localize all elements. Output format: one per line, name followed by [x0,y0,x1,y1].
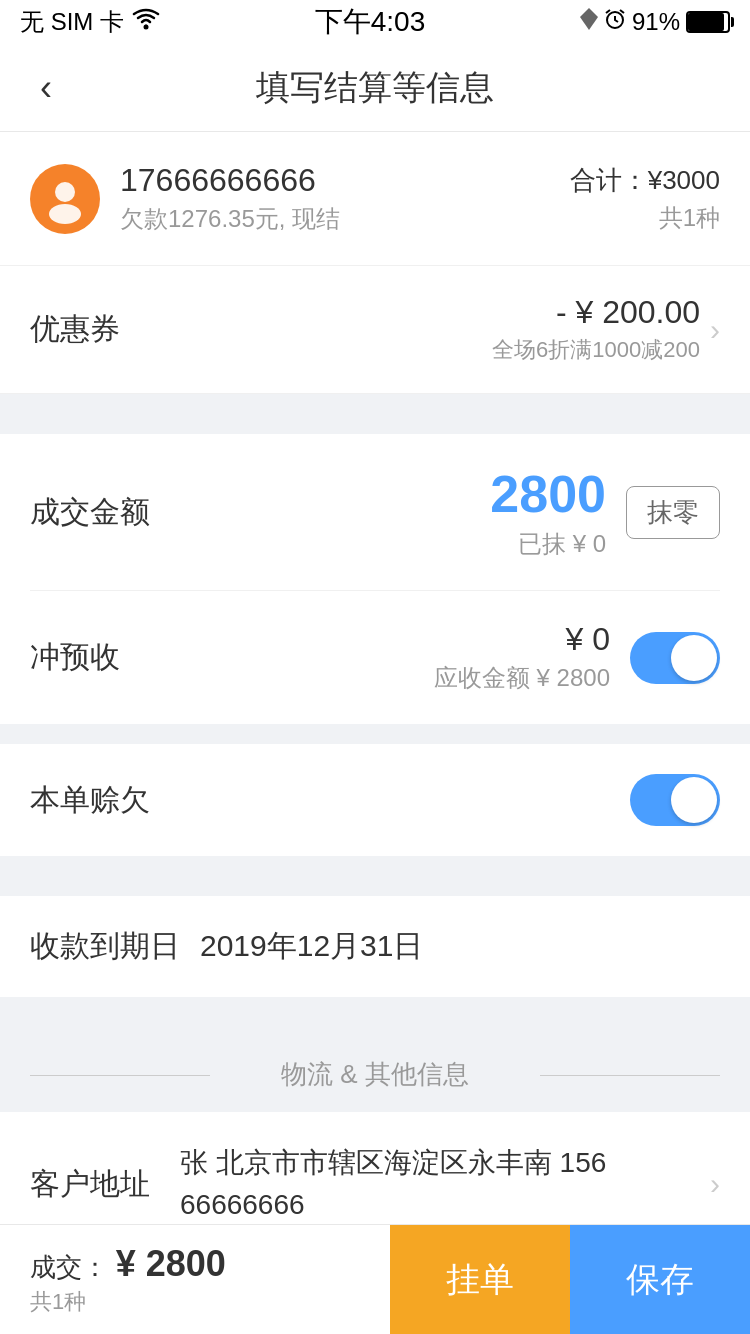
save-button[interactable]: 保存 [570,1225,750,1334]
prepay-row: 冲预收 ¥ 0 应收金额 ¥ 2800 [30,591,720,724]
total-label: 合计：¥3000 [570,163,720,198]
user-debt: 欠款1276.35元, 现结 [120,203,340,235]
credit-toggle-knob [671,777,717,823]
address-value: 张 北京市市辖区海淀区永丰南 156 66666666 [180,1142,700,1226]
status-bar: 无 SIM 卡 下午4:03 91% [0,0,750,44]
page-title: 填写结算等信息 [256,65,494,111]
status-bar-time: 下午4:03 [315,3,426,41]
user-phone: 17666666666 [120,162,340,199]
address-label: 客户地址 [30,1164,150,1205]
prepay-sub: 应收金额 ¥ 2800 [434,662,610,694]
carrier-text: 无 SIM 卡 [20,6,124,38]
section-divider-3 [0,876,750,896]
user-right: 合计：¥3000 共1种 [570,163,720,234]
bottom-count: 共1种 [30,1287,360,1317]
user-info: 17666666666 欠款1276.35元, 现结 [120,162,340,235]
prepay-amount-block: ¥ 0 应收金额 ¥ 2800 [434,621,610,694]
section-divider-4 [0,1017,750,1037]
battery-percentage: 91% [632,8,680,36]
bottom-actions: 挂单 保存 [390,1225,750,1334]
bottom-trans-amount: ¥ 2800 [116,1243,226,1284]
bottom-trans-row: 成交： ¥ 2800 [30,1243,360,1285]
svg-point-2 [55,182,75,202]
amount-section: 成交金额 2800 已抹 ¥ 0 抹零 冲预收 ¥ 0 应收金额 ¥ 2800 [0,434,750,724]
credit-label: 本单赊欠 [30,780,150,821]
coupon-right: - ¥ 200.00 全场6折满1000减200 › [492,294,720,365]
coupon-amount: - ¥ 200.00 [492,294,700,331]
location-icon [580,8,598,36]
prepay-toggle[interactable] [630,632,720,684]
transaction-row: 成交金额 2800 已抹 ¥ 0 抹零 [30,434,720,591]
hang-button[interactable]: 挂单 [390,1225,570,1334]
logistics-divider: 物流 & 其他信息 [0,1037,750,1112]
battery-icon [686,11,730,33]
alarm-icon [604,8,626,36]
coupon-desc: 全场6折满1000减200 [492,335,700,365]
round-button[interactable]: 抹零 [626,486,720,539]
section-divider-2 [0,724,750,744]
prepay-label: 冲预收 [30,637,120,678]
bottom-trans-label: 成交： [30,1252,108,1282]
transaction-sub: 已抹 ¥ 0 [490,528,606,560]
avatar [30,164,100,234]
svg-point-3 [49,204,81,224]
transaction-value-block: 2800 已抹 ¥ 0 [490,464,606,560]
main-content: 17666666666 欠款1276.35元, 现结 合计：¥3000 共1种 … [0,132,750,1334]
coupon-info: - ¥ 200.00 全场6折满1000减200 [492,294,700,365]
due-date-section: 收款到期日 2019年12月31日 [0,896,750,997]
bottom-bar: 成交： ¥ 2800 共1种 挂单 保存 [0,1224,750,1334]
transaction-value: 2800 [490,464,606,524]
due-label: 收款到期日 [30,926,180,967]
coupon-chevron: › [710,313,720,347]
wifi-icon [132,8,160,36]
address-chevron: › [710,1167,720,1201]
transaction-label: 成交金额 [30,492,150,533]
logistics-label: 物流 & 其他信息 [281,1059,469,1089]
status-bar-right: 91% [580,8,730,36]
nav-bar: ‹ 填写结算等信息 [0,44,750,132]
toggle-knob [671,635,717,681]
user-card: 17666666666 欠款1276.35元, 现结 合计：¥3000 共1种 … [0,132,750,394]
section-divider-1 [0,414,750,434]
total-count: 共1种 [570,202,720,234]
credit-toggle[interactable] [630,774,720,826]
coupon-row[interactable]: 优惠券 - ¥ 200.00 全场6折满1000减200 › [0,266,750,394]
prepay-main: ¥ 0 [434,621,610,658]
svg-point-0 [144,25,149,30]
transaction-right: 2800 已抹 ¥ 0 抹零 [490,464,720,560]
credit-section: 本单赊欠 [0,744,750,856]
user-left: 17666666666 欠款1276.35元, 现结 [30,162,340,235]
due-date-value: 2019年12月31日 [200,926,423,967]
user-row: 17666666666 欠款1276.35元, 现结 合计：¥3000 共1种 [0,132,750,266]
status-bar-left: 无 SIM 卡 [20,6,160,38]
back-button[interactable]: ‹ [30,57,62,119]
bottom-info: 成交： ¥ 2800 共1种 [0,1243,390,1317]
coupon-label: 优惠券 [30,309,120,350]
